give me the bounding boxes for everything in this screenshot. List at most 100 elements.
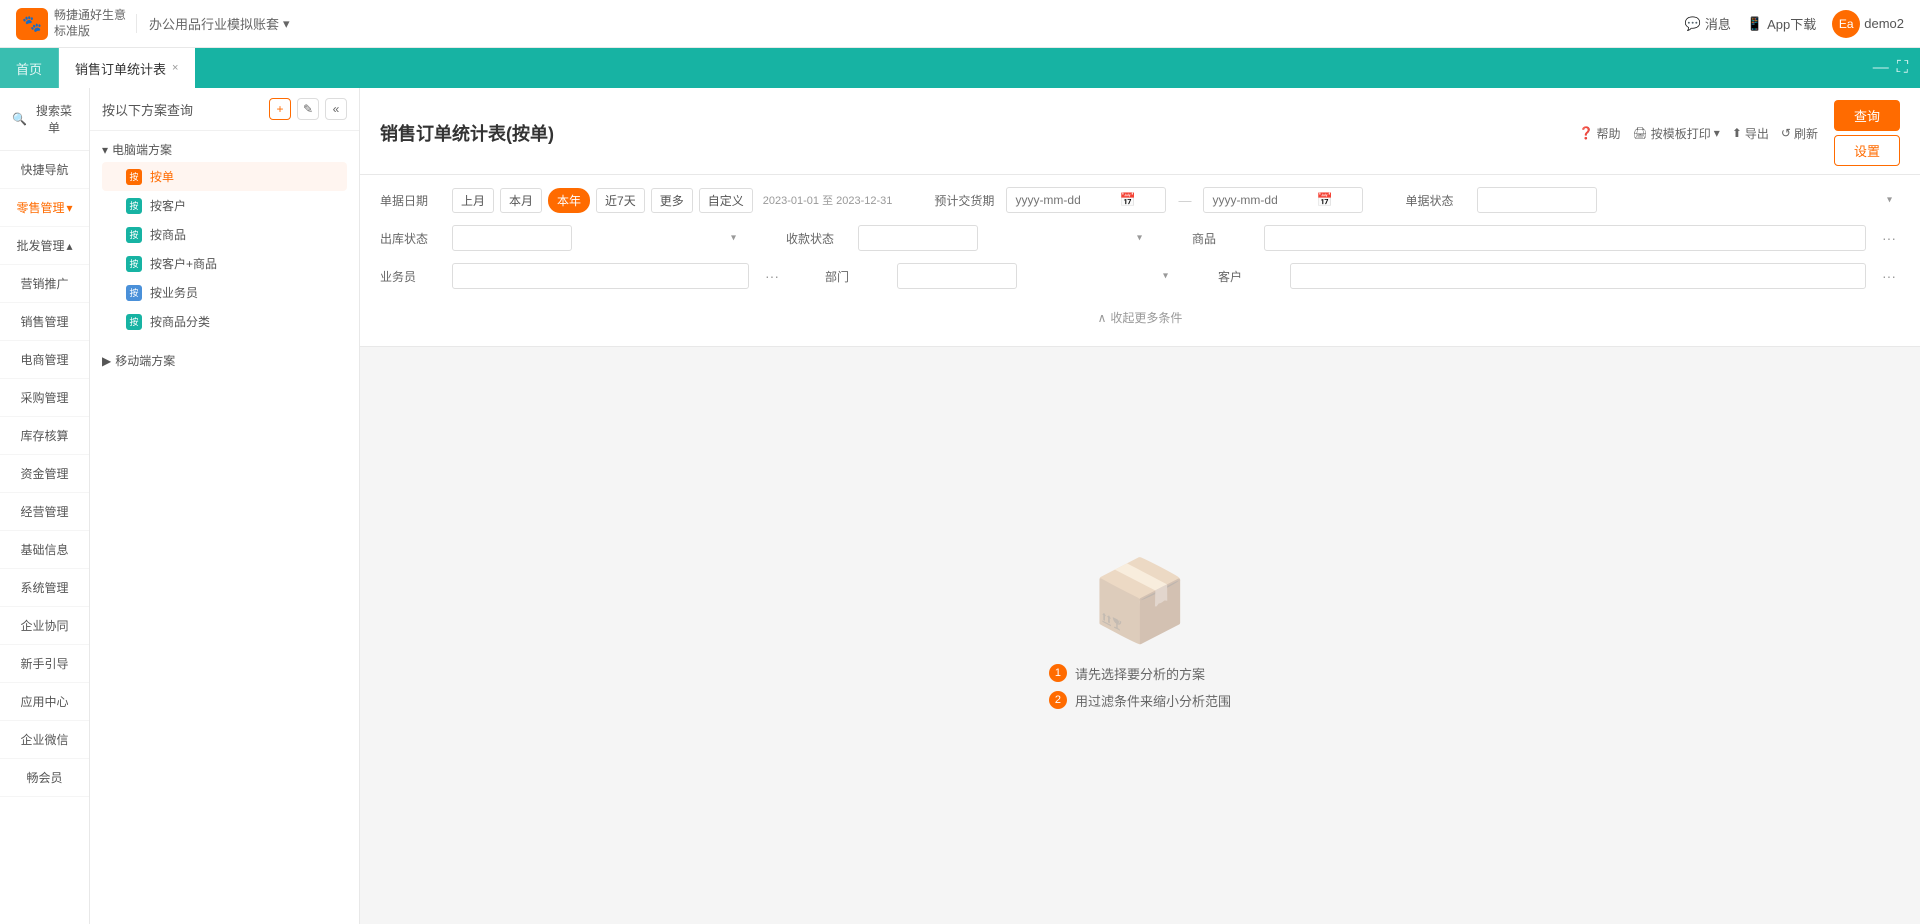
scheme-item-by-salesperson[interactable]: 按 按业务员: [102, 278, 347, 307]
sidebar-item-wecom[interactable]: 企业微信: [0, 721, 89, 759]
expected-date-end-input[interactable]: [1212, 193, 1312, 207]
sidebar-item-system[interactable]: 系统管理: [0, 569, 89, 607]
scheme-group-mobile-title[interactable]: ▶ 移动端方案: [102, 348, 347, 373]
add-scheme-btn[interactable]: +: [269, 98, 291, 120]
result-area: 📦 1 请先选择要分析的方案 2 用过滤条件来缩小分析范围: [360, 347, 1920, 924]
export-icon: ⬆: [1732, 126, 1742, 140]
app-name: 办公用品行业模拟账套: [149, 14, 279, 33]
date-label: 单据日期: [380, 192, 440, 209]
salesperson-input[interactable]: [452, 263, 749, 289]
order-status-select-wrap: [1477, 187, 1900, 213]
sidebar-item-finance[interactable]: 资金管理: [0, 455, 89, 493]
salesperson-label: 业务员: [380, 268, 440, 285]
tab-minimize-btn[interactable]: —: [1873, 59, 1889, 77]
sidebar-item-inventory[interactable]: 库存核算: [0, 417, 89, 455]
app-selector[interactable]: 办公用品行业模拟账套 ▾: [136, 14, 290, 33]
sidebar-item-operations[interactable]: 经营管理: [0, 493, 89, 531]
scheme-group-pc-title[interactable]: ▾ 电脑端方案: [102, 137, 347, 162]
empty-illustration: 📦: [1049, 554, 1231, 648]
scheme-group-mobile: ▶ 移动端方案: [90, 342, 359, 379]
customer-input[interactable]: [1290, 263, 1866, 289]
goods-more-btn[interactable]: ···: [1878, 230, 1900, 246]
avatar: Ea: [1832, 10, 1860, 38]
tab-active[interactable]: 销售订单统计表 ×: [59, 48, 195, 88]
collapse-bar[interactable]: ∧ 收起更多条件: [380, 301, 1900, 334]
scheme-item-by-order[interactable]: 按 按单: [102, 162, 347, 191]
date-more-btn[interactable]: 更多: [651, 188, 693, 213]
pc-scheme-label: 电脑端方案: [112, 141, 172, 158]
order-status-label: 单据状态: [1405, 192, 1465, 209]
department-select[interactable]: [897, 263, 1017, 289]
scheme-icon-customer: 按: [126, 198, 142, 214]
sidebar-item-appcenter[interactable]: 应用中心: [0, 683, 89, 721]
user-name: demo2: [1864, 16, 1904, 31]
scheme-item-by-customer[interactable]: 按 按客户: [102, 191, 347, 220]
help-btn[interactable]: ❓ 帮助: [1579, 125, 1621, 142]
date-this-month-btn[interactable]: 本月: [500, 188, 542, 213]
settings-button[interactable]: 设置: [1834, 135, 1900, 166]
scheme-label-goods: 按商品: [150, 226, 186, 243]
filter-area: 单据日期 上月 本月 本年 近7天 更多 自定义 2023-01-01 至 20…: [360, 175, 1920, 347]
sidebar-item-ecommerce[interactable]: 电商管理: [0, 341, 89, 379]
query-button[interactable]: 查询: [1834, 100, 1900, 131]
help-icon: ❓: [1579, 126, 1594, 140]
expected-date-start[interactable]: 📅: [1006, 187, 1166, 213]
sidebar-item-member[interactable]: 畅会员: [0, 759, 89, 797]
scheme-item-by-customer-goods[interactable]: 按 按客户+商品: [102, 249, 347, 278]
export-btn[interactable]: ⬆ 导出: [1732, 125, 1769, 142]
empty-state: 📦 1 请先选择要分析的方案 2 用过滤条件来缩小分析范围: [1049, 554, 1231, 718]
tabbar: 首页 销售订单统计表 × — ⛶: [0, 48, 1920, 88]
mobile-scheme-label: 移动端方案: [115, 352, 175, 369]
right-panel: 销售订单统计表(按单) ❓ 帮助 🖨 按模板打印 ▾ ⬆: [360, 88, 1920, 924]
scheme-item-by-goods[interactable]: 按 按商品: [102, 220, 347, 249]
sidebar-item-retail[interactable]: 零售管理 ▾: [0, 189, 89, 227]
order-status-select[interactable]: [1477, 187, 1597, 213]
scheme-group-pc: ▾ 电脑端方案 按 按单 按 按客户 按 按商品 按 按客户+商品: [90, 131, 359, 342]
edit-scheme-btn[interactable]: ✎: [297, 98, 319, 120]
customer-more-btn[interactable]: ···: [1878, 268, 1900, 284]
date-last-7-days-btn[interactable]: 近7天: [596, 188, 645, 213]
refresh-btn[interactable]: ↺ 刷新: [1781, 125, 1818, 142]
step-num-2: 2: [1049, 691, 1067, 709]
logo-text: 畅捷通好生意 标准版: [54, 8, 126, 39]
date-custom-btn[interactable]: 自定义: [699, 188, 753, 213]
chevron-right-icon: ▶: [102, 354, 111, 368]
search-menu-btn[interactable]: 🔍 搜索菜单: [8, 98, 81, 140]
sidebar-item-cooperation[interactable]: 企业协同: [0, 607, 89, 645]
out-status-select[interactable]: [452, 225, 572, 251]
expected-date-label: 预计交货期: [934, 192, 994, 209]
messages-btn[interactable]: 💬 消息: [1685, 14, 1731, 33]
export-label: 导出: [1745, 125, 1769, 142]
out-status-select-wrap: [452, 225, 744, 251]
app-download-btn[interactable]: 📱 App下载: [1747, 14, 1816, 33]
collapse-icon: «: [333, 102, 340, 116]
salesperson-more-btn[interactable]: ···: [761, 268, 783, 284]
tab-home[interactable]: 首页: [0, 48, 59, 88]
scheme-item-by-category[interactable]: 按 按商品分类: [102, 307, 347, 336]
sidebar-item-quick-nav[interactable]: 快捷导航: [0, 151, 89, 189]
sidebar-item-basics[interactable]: 基础信息: [0, 531, 89, 569]
collapse-panel-btn[interactable]: «: [325, 98, 347, 120]
sidebar-item-purchase[interactable]: 采购管理: [0, 379, 89, 417]
tab-maximize-btn[interactable]: ⛶: [1897, 59, 1908, 77]
scheme-icon-category: 按: [126, 314, 142, 330]
refresh-label: 刷新: [1794, 125, 1818, 142]
expected-date-start-input[interactable]: [1015, 193, 1115, 207]
tab-close-icon[interactable]: ×: [172, 62, 178, 74]
sidebar-item-newbie[interactable]: 新手引导: [0, 645, 89, 683]
app-download-label: App下载: [1767, 14, 1816, 33]
goods-input[interactable]: [1264, 225, 1866, 251]
collapse-up-icon: ∧: [1098, 311, 1107, 325]
scheme-label-customer: 按客户: [150, 197, 186, 214]
date-this-year-btn[interactable]: 本年: [548, 188, 590, 213]
chevron-down-icon: ▴: [66, 239, 72, 253]
sidebar-item-sales[interactable]: 销售管理: [0, 303, 89, 341]
user-menu[interactable]: Ea demo2: [1832, 10, 1904, 38]
expected-date-end[interactable]: 📅: [1203, 187, 1363, 213]
payment-status-select[interactable]: [858, 225, 978, 251]
logo-line2: 标准版: [54, 24, 126, 40]
sidebar-item-wholesale[interactable]: 批发管理 ▴: [0, 227, 89, 265]
date-last-month-btn[interactable]: 上月: [452, 188, 494, 213]
print-btn[interactable]: 🖨 按模板打印 ▾: [1633, 125, 1720, 142]
sidebar-item-marketing[interactable]: 营销推广: [0, 265, 89, 303]
